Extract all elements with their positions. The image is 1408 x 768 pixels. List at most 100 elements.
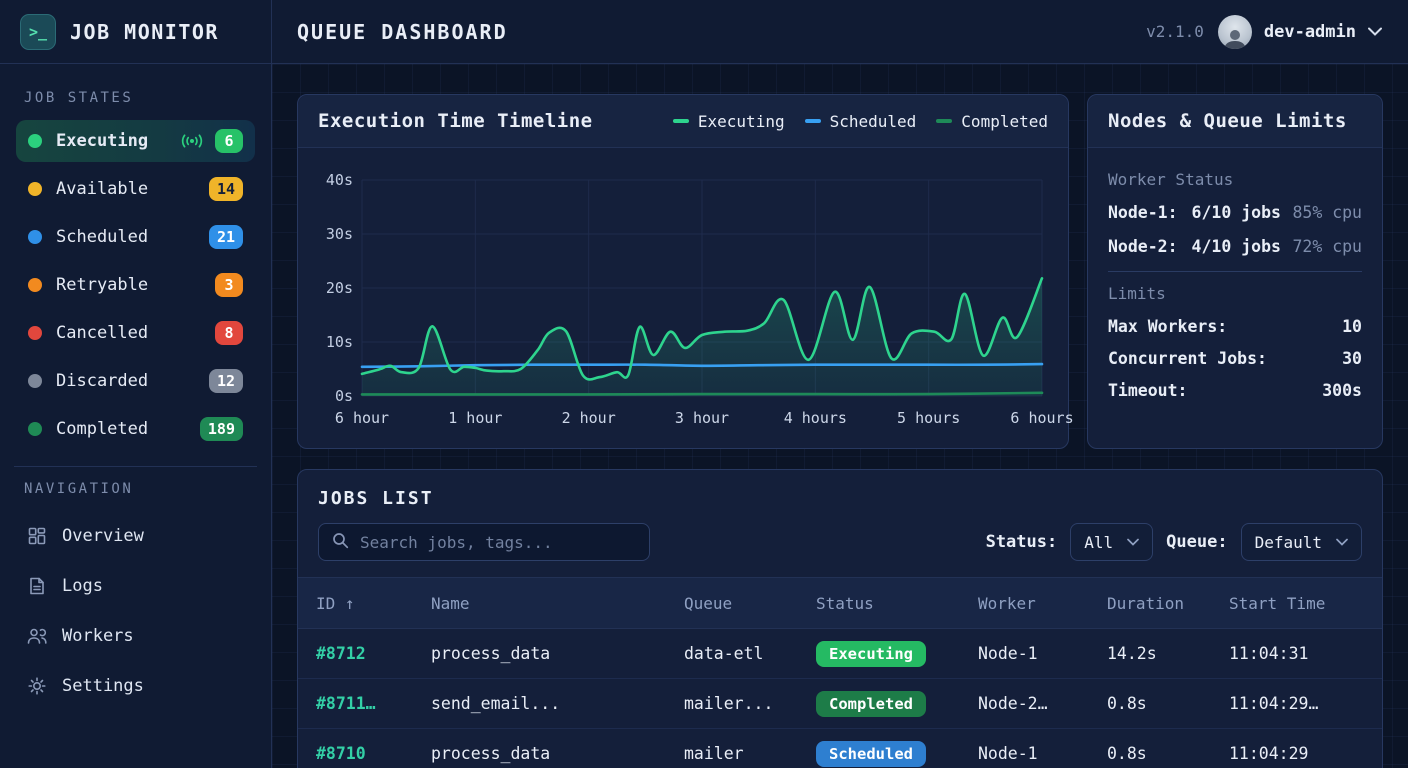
state-count-badge: 6: [215, 129, 243, 153]
node-name: Node-1:: [1108, 203, 1178, 222]
nodes-card: Nodes & Queue Limits Worker Status Node-…: [1087, 94, 1383, 449]
limit-value: 300s: [1322, 381, 1362, 400]
gear-icon: [26, 676, 48, 696]
node-jobs: 6/10 jobs: [1191, 203, 1281, 222]
sidebar-item-retryable[interactable]: Retryable 3: [16, 264, 255, 306]
timeline-card: Execution Time Timeline Executing Schedu…: [297, 94, 1074, 449]
sidebar-item-cancelled[interactable]: Cancelled 8: [16, 312, 255, 354]
timeline-legend: Executing Scheduled Completed: [672, 112, 1048, 131]
node-name: Node-2:: [1108, 237, 1178, 256]
sidebar-item-logs[interactable]: Logs: [16, 561, 255, 611]
people-icon: [26, 626, 48, 646]
sidebar-item-workers[interactable]: Workers: [16, 611, 255, 661]
nodes-title: Nodes & Queue Limits: [1108, 110, 1347, 132]
queue-filter-label: Queue:: [1166, 532, 1228, 552]
search-input[interactable]: [360, 532, 636, 552]
column-header-id[interactable]: ID ↑: [316, 594, 431, 613]
svg-text:20s: 20s: [326, 279, 353, 297]
column-header-status[interactable]: Status: [816, 594, 978, 613]
status-badge: Completed: [816, 690, 926, 717]
select-value: Default: [1254, 532, 1322, 552]
job-id-link[interactable]: #8711…: [316, 694, 431, 713]
terminal-icon: >_: [20, 13, 56, 50]
node-cpu: 85% cpu: [1292, 203, 1362, 222]
job-worker: Node-1: [978, 644, 1038, 663]
column-header-duration[interactable]: Duration: [1107, 594, 1229, 613]
node-row: Node-2: 4/10 jobs 72% cpu: [1108, 237, 1362, 256]
limit-row: Concurrent Jobs: 30: [1108, 349, 1362, 368]
sidebar-item-overview[interactable]: Overview: [16, 511, 255, 561]
sidebar-item-available[interactable]: Available 14: [16, 168, 255, 210]
state-dot: [28, 326, 42, 340]
chevron-down-icon: [1368, 27, 1382, 36]
status-badge: Executing: [816, 640, 926, 667]
job-id-link[interactable]: #8712: [316, 644, 431, 663]
svg-text:6 hours: 6 hours: [1010, 409, 1073, 427]
svg-text:3 hour: 3 hour: [675, 409, 729, 427]
sidebar-item-executing[interactable]: Executing 6: [16, 120, 255, 162]
legend-item-completed[interactable]: Completed: [936, 112, 1048, 131]
svg-text:6 hour: 6 hour: [335, 409, 389, 427]
state-dot: [28, 230, 42, 244]
svg-text:5 hours: 5 hours: [897, 409, 960, 427]
status-filter-label: Status:: [985, 532, 1058, 552]
state-dot: [28, 134, 42, 148]
job-start-time: 11:04:29: [1229, 744, 1309, 763]
grid-icon: [26, 526, 48, 546]
node-jobs: 4/10 jobs: [1191, 237, 1281, 256]
node-cpu: 72% cpu: [1292, 237, 1362, 256]
sidebar-item-settings[interactable]: Settings: [16, 661, 255, 711]
timeline-title: Execution Time Timeline: [318, 110, 593, 132]
legend-swatch: [936, 119, 953, 123]
job-duration: 0.8s: [1107, 694, 1147, 713]
sidebar-item-scheduled[interactable]: Scheduled 21: [16, 216, 255, 258]
job-queue: mailer: [684, 744, 744, 763]
table-row[interactable]: #8710 process_data mailer Scheduled Node…: [298, 729, 1382, 768]
svg-text:30s: 30s: [326, 225, 353, 243]
table-row[interactable]: #8712 process_data data-etl Executing No…: [298, 629, 1382, 679]
state-count-badge: 189: [199, 417, 243, 441]
sidebar: JOB STATES Executing 6 Available 14 Sche…: [0, 64, 272, 768]
state-dot: [28, 278, 42, 292]
user-avatar[interactable]: [1217, 14, 1252, 49]
top-bar: >_ JOB MONITOR QUEUE DASHBOARD v2.1.0 de…: [0, 0, 1408, 64]
legend-item-executing[interactable]: Executing: [672, 112, 785, 131]
state-count-badge: 12: [208, 369, 243, 393]
main-content: Execution Time Timeline Executing Schedu…: [272, 64, 1408, 768]
svg-text:1 hour: 1 hour: [448, 409, 502, 427]
state-dot: [28, 422, 42, 436]
sidebar-item-discarded[interactable]: Discarded 12: [16, 360, 255, 402]
state-dot: [28, 182, 42, 196]
column-header-start-time[interactable]: Start Time: [1229, 594, 1364, 613]
limit-row: Timeout: 300s: [1108, 381, 1362, 400]
svg-text:40s: 40s: [326, 171, 353, 189]
state-count-badge: 14: [208, 177, 243, 201]
column-header-name[interactable]: Name: [431, 594, 684, 613]
job-duration: 14.2s: [1107, 644, 1157, 663]
limit-label: Concurrent Jobs:: [1108, 349, 1267, 368]
status-filter-select[interactable]: All: [1070, 523, 1154, 561]
sidebar-item-completed[interactable]: Completed 189: [16, 408, 255, 450]
legend-item-scheduled[interactable]: Scheduled: [804, 112, 916, 131]
queue-filter-select[interactable]: Default: [1240, 523, 1362, 561]
chevron-down-icon: [1336, 538, 1348, 546]
job-id-link[interactable]: #8710: [316, 744, 431, 763]
column-header-worker[interactable]: Worker: [978, 594, 1107, 613]
job-states-header: JOB STATES: [24, 90, 134, 106]
jobs-title: JOBS LIST: [318, 488, 434, 509]
state-count-badge: 3: [215, 273, 243, 297]
status-badge: Scheduled: [816, 740, 926, 767]
app-version: v2.1.0: [1146, 22, 1204, 41]
page-title: QUEUE DASHBOARD: [297, 19, 508, 44]
job-duration: 0.8s: [1107, 744, 1147, 763]
user-menu[interactable]: dev-admin: [1217, 14, 1382, 49]
column-header-queue[interactable]: Queue: [684, 594, 816, 613]
limits-header: Limits: [1108, 284, 1166, 303]
state-dot: [28, 374, 42, 388]
nodes-divider: [1108, 271, 1362, 272]
job-worker: Node-1: [978, 744, 1038, 763]
job-worker: Node-2…: [978, 694, 1048, 713]
app-title: JOB MONITOR: [70, 19, 219, 44]
table-row[interactable]: #8711… send_email... mailer... Completed…: [298, 679, 1382, 729]
svg-text:0s: 0s: [335, 387, 353, 405]
